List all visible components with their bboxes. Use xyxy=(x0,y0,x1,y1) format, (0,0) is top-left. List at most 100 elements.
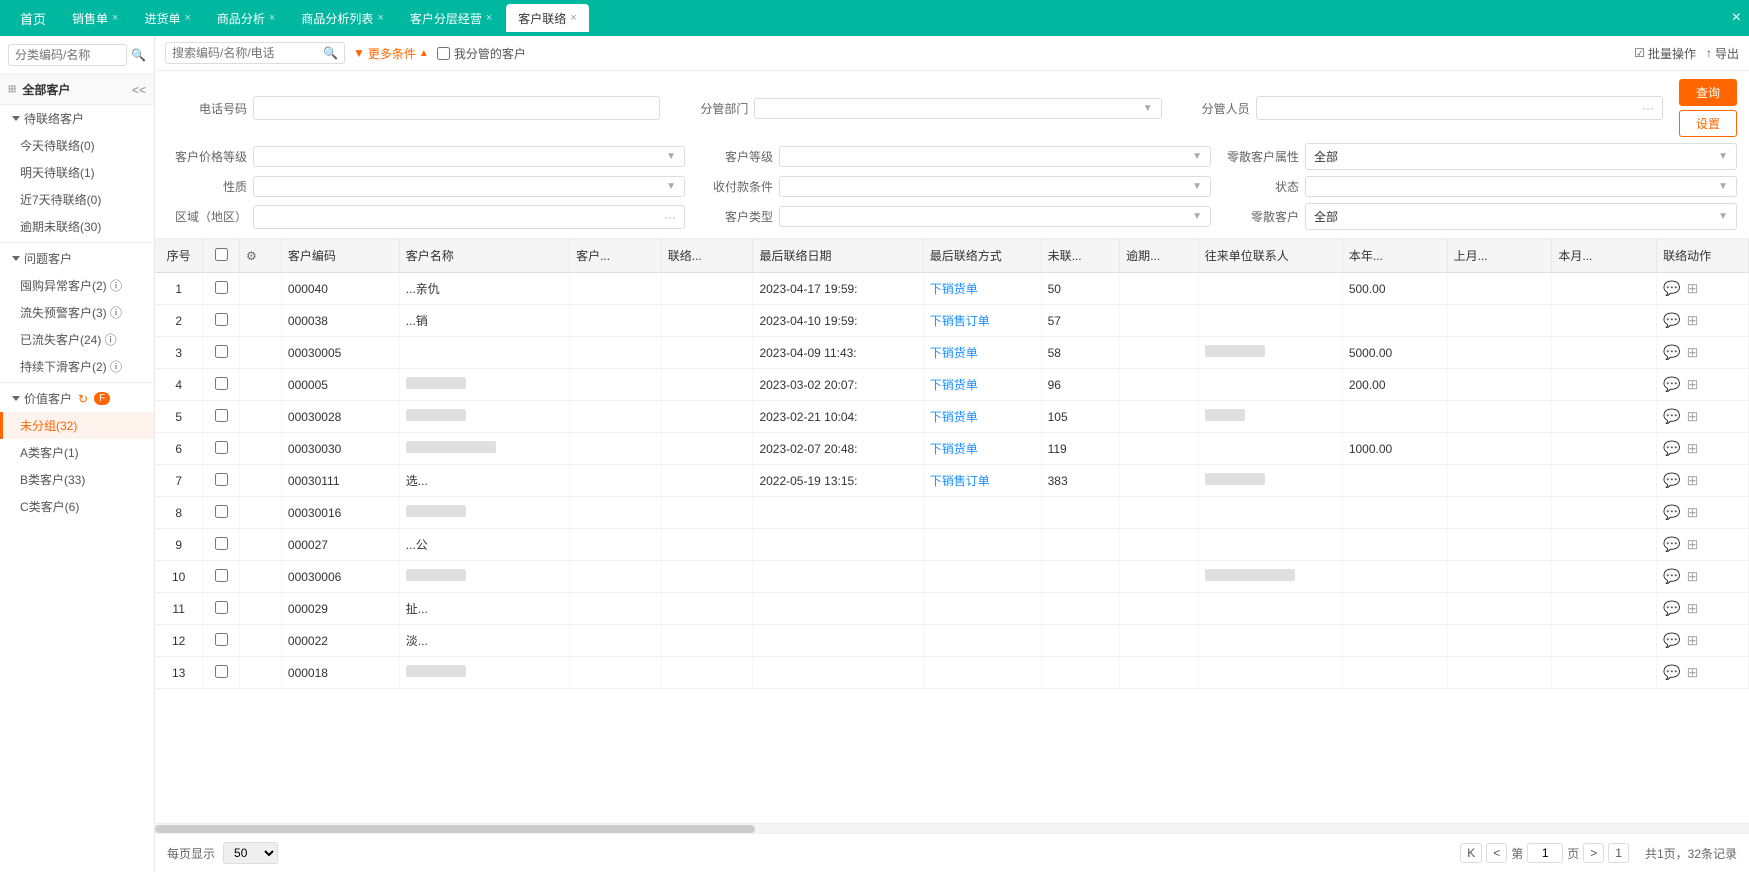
zero-attr-select[interactable]: 全部 ▼ xyxy=(1305,143,1737,170)
person-dots[interactable]: ··· xyxy=(1642,101,1654,115)
chat-icon[interactable]: 💬 xyxy=(1663,600,1680,617)
grid-action-icon[interactable]: ⊞ xyxy=(1687,504,1699,521)
cust-type-select[interactable]: ▼ xyxy=(779,206,1211,227)
row-checkbox[interactable] xyxy=(215,633,228,646)
sidebar-group-problem[interactable]: 问题客户 xyxy=(0,245,154,272)
sidebar-group-pending[interactable]: 待联络客户 xyxy=(0,105,154,132)
cust-level-select[interactable]: ▼ xyxy=(779,146,1211,167)
row-checkbox[interactable] xyxy=(215,569,228,582)
cell-check[interactable] xyxy=(203,657,240,689)
chat-icon[interactable]: 💬 xyxy=(1663,472,1680,489)
grid-action-icon[interactable]: ⊞ xyxy=(1687,376,1699,393)
nav-tab-sales[interactable]: 销售单 × xyxy=(60,4,130,32)
chat-icon[interactable]: 💬 xyxy=(1663,344,1680,361)
sidebar-item-today[interactable]: 今天待联络(0) xyxy=(0,132,154,159)
cell-check[interactable] xyxy=(203,337,240,369)
grid-action-icon[interactable]: ⊞ xyxy=(1687,472,1699,489)
cell-last-method[interactable]: 下销售订单 xyxy=(923,305,1041,337)
row-checkbox[interactable] xyxy=(215,537,228,550)
row-checkbox[interactable] xyxy=(215,473,228,486)
sidebar-item-tomorrow[interactable]: 明天待联络(1) xyxy=(0,159,154,186)
th-check[interactable] xyxy=(203,239,240,273)
batch-ops-btn[interactable]: ☑ 批量操作 xyxy=(1634,45,1696,62)
region-select[interactable]: ··· xyxy=(253,205,685,229)
sidebar-item-abnormal[interactable]: 囤购异常客户(2) ⓘ xyxy=(0,272,154,299)
row-checkbox[interactable] xyxy=(215,345,228,358)
my-customers-checkbox[interactable]: 我分管的客户 xyxy=(437,45,526,62)
chat-icon[interactable]: 💬 xyxy=(1663,568,1680,585)
method-link[interactable]: 下销货单 xyxy=(930,346,978,360)
collapse-sidebar-icon[interactable]: << xyxy=(132,83,146,97)
sidebar-item-churned[interactable]: 已流失客户(24) ⓘ xyxy=(0,326,154,353)
nav-tab-customer-contact[interactable]: 客户联络 × xyxy=(506,4,588,32)
close-tab-purchase[interactable]: × xyxy=(184,12,190,24)
toolbar-search-icon[interactable]: 🔍 xyxy=(323,46,338,60)
select-all-checkbox[interactable] xyxy=(215,248,228,261)
row-checkbox[interactable] xyxy=(215,665,228,678)
reset-button[interactable]: 设置 xyxy=(1679,110,1737,137)
sidebar-item-class-a[interactable]: A类客户(1) xyxy=(0,439,154,466)
grid-action-icon[interactable]: ⊞ xyxy=(1687,408,1699,425)
cell-last-method[interactable]: 下销货单 xyxy=(923,433,1041,465)
row-checkbox[interactable] xyxy=(215,281,228,294)
nav-home[interactable]: 首页 xyxy=(8,9,58,28)
my-customers-check[interactable] xyxy=(437,47,450,60)
first-page-btn[interactable]: K xyxy=(1460,843,1482,863)
chat-icon[interactable]: 💬 xyxy=(1663,408,1680,425)
row-checkbox[interactable] xyxy=(215,441,228,454)
method-link[interactable]: 下销货单 xyxy=(930,410,978,424)
table-settings-icon[interactable]: ⚙ xyxy=(246,249,257,263)
sidebar-item-overdue[interactable]: 逾期未联络(30) xyxy=(0,213,154,240)
nav-tab-analysis[interactable]: 商品分析 × xyxy=(205,4,287,32)
grid-action-icon[interactable]: ⊞ xyxy=(1687,536,1699,553)
sidebar-item-class-b[interactable]: B类客户(33) xyxy=(0,466,154,493)
sidebar-item-declining[interactable]: 持续下滑客户(2) ⓘ xyxy=(0,353,154,380)
refresh-icon[interactable]: ↻ xyxy=(78,392,88,406)
sidebar-search-icon[interactable]: 🔍 xyxy=(131,48,146,62)
dept-select[interactable]: ▼ xyxy=(754,98,1161,119)
zero-cust-select[interactable]: 全部 ▼ xyxy=(1305,203,1737,230)
cell-last-method[interactable]: 下销货单 xyxy=(923,273,1041,305)
sidebar-group-value[interactable]: 价值客户 ↻ F xyxy=(0,385,154,412)
method-link[interactable]: 下销售订单 xyxy=(930,474,990,488)
row-checkbox[interactable] xyxy=(215,505,228,518)
cell-last-method[interactable]: 下销货单 xyxy=(923,401,1041,433)
payment-select[interactable]: ▼ xyxy=(779,176,1211,197)
method-link[interactable]: 下销货单 xyxy=(930,378,978,392)
method-link[interactable]: 下销售订单 xyxy=(930,314,990,328)
method-link[interactable]: 下销货单 xyxy=(930,442,978,456)
chat-icon[interactable]: 💬 xyxy=(1663,504,1680,521)
cell-check[interactable] xyxy=(203,401,240,433)
export-btn[interactable]: ↑ 导出 xyxy=(1706,45,1739,62)
chat-icon[interactable]: 💬 xyxy=(1663,536,1680,553)
nav-tab-analysis-list[interactable]: 商品分析列表 × xyxy=(289,4,395,32)
cell-check[interactable] xyxy=(203,497,240,529)
page-number-input[interactable] xyxy=(1527,843,1563,863)
toolbar-search-input[interactable] xyxy=(172,46,319,60)
all-customers-header[interactable]: ⊞ 全部客户 << xyxy=(0,75,154,105)
cell-check[interactable] xyxy=(203,305,240,337)
cell-check[interactable] xyxy=(203,561,240,593)
grid-action-icon[interactable]: ⊞ xyxy=(1687,664,1699,681)
row-checkbox[interactable] xyxy=(215,409,228,422)
close-tab-customer-segment[interactable]: × xyxy=(486,12,492,24)
person-select[interactable]: ··· xyxy=(1256,96,1663,120)
next-page-btn[interactable]: > xyxy=(1583,843,1604,863)
price-select[interactable]: ▼ xyxy=(253,146,685,167)
status-select[interactable]: ▼ xyxy=(1305,176,1737,197)
sidebar-item-class-c[interactable]: C类客户(6) xyxy=(0,493,154,520)
per-page-select[interactable]: 50 100 xyxy=(223,842,278,864)
chat-icon[interactable]: 💬 xyxy=(1663,632,1680,649)
more-conditions-btn[interactable]: ▼ 更多条件 ▲ xyxy=(353,45,429,62)
cell-check[interactable] xyxy=(203,273,240,305)
grid-action-icon[interactable]: ⊞ xyxy=(1687,280,1699,297)
data-table-container[interactable]: 序号 ⚙ 客户编码 客户名称 客户... 联络... 最后联络日期 最后联络方式… xyxy=(155,239,1749,823)
nav-tab-purchase[interactable]: 进货单 × xyxy=(132,4,202,32)
cell-last-method[interactable]: 下销货单 xyxy=(923,369,1041,401)
cell-check[interactable] xyxy=(203,433,240,465)
toolbar-search-box[interactable]: 🔍 xyxy=(165,42,345,64)
last-page-btn[interactable]: 1 xyxy=(1608,843,1629,863)
cell-check[interactable] xyxy=(203,593,240,625)
region-dots[interactable]: ··· xyxy=(664,210,676,224)
cell-check[interactable] xyxy=(203,369,240,401)
